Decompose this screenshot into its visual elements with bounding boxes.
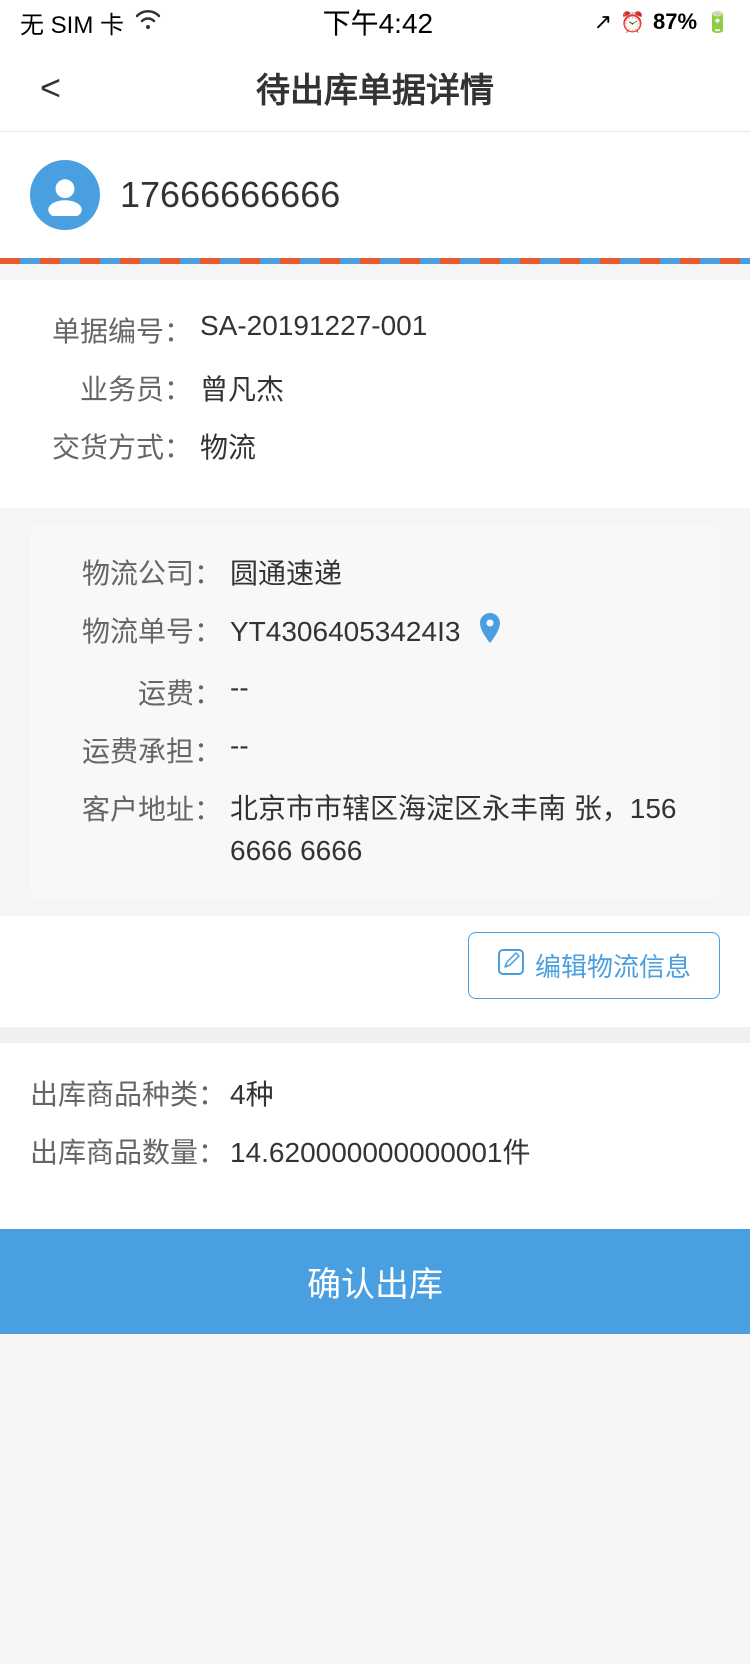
delivery-value: 物流: [200, 426, 720, 466]
goods-quantity-value: 14.620000000000001件: [230, 1131, 531, 1171]
freight-label: 运费：: [60, 672, 230, 712]
goods-quantity-row: 出库商品数量： 14.620000000000001件: [30, 1131, 720, 1171]
customer-section: 17666666666: [0, 132, 750, 258]
avatar: [30, 160, 100, 230]
goods-type-label: 出库商品种类：: [30, 1073, 230, 1113]
logistics-tracking-value: YT43064053424I3: [230, 610, 690, 654]
address-row: 客户地址： 北京市市辖区海淀区永丰南 张，156 6666 6666: [60, 788, 690, 872]
nav-bar: < 待出库单据详情: [0, 44, 750, 132]
freight-value: --: [230, 672, 690, 704]
goods-quantity-label: 出库商品数量：: [30, 1131, 230, 1171]
confirm-outbound-button[interactable]: 确认出库: [307, 1257, 443, 1306]
goods-type-value: 4种: [230, 1073, 274, 1113]
page-title: 待出库单据详情: [256, 63, 494, 112]
battery-text: 87%: [653, 9, 697, 35]
edit-btn-container: 编辑物流信息: [0, 916, 750, 1027]
freight-bearer-row: 运费承担： --: [60, 730, 690, 770]
wifi-icon: [134, 8, 162, 36]
spacer: [0, 1324, 750, 1544]
section-divider: [0, 1027, 750, 1043]
document-number-value: SA-20191227-001: [200, 310, 720, 342]
carrier-text: 无 SIM 卡: [20, 5, 124, 40]
address-label: 客户地址：: [60, 788, 230, 828]
status-bar: 无 SIM 卡 下午4:42 ↗ ⏰ 87% 🔋: [0, 0, 750, 44]
edit-icon: [497, 948, 525, 983]
document-info-section: 单据编号： SA-20191227-001 业务员： 曾凡杰 交货方式： 物流: [0, 280, 750, 508]
battery-icon: 🔋: [705, 10, 730, 35]
salesman-value: 曾凡杰: [200, 368, 720, 408]
time-text: 下午4:42: [323, 2, 434, 42]
document-number-row: 单据编号： SA-20191227-001: [30, 310, 720, 350]
freight-bearer-label: 运费承担：: [60, 730, 230, 770]
salesman-label: 业务员：: [30, 368, 200, 408]
edit-logistics-button[interactable]: 编辑物流信息: [468, 932, 720, 999]
back-button[interactable]: <: [30, 57, 71, 119]
freight-bearer-value: --: [230, 730, 690, 762]
edit-logistics-label: 编辑物流信息: [535, 947, 691, 984]
goods-type-row: 出库商品种类： 4种: [30, 1073, 720, 1113]
logistics-company-label: 物流公司：: [60, 552, 230, 592]
salesman-row: 业务员： 曾凡杰: [30, 368, 720, 408]
alarm-icon: ⏰: [620, 10, 645, 35]
logistics-company-row: 物流公司： 圆通速递: [60, 552, 690, 592]
customer-phone: 17666666666: [120, 174, 340, 216]
tracking-location-icon[interactable]: [472, 610, 508, 654]
document-number-label: 单据编号：: [30, 310, 200, 350]
logistics-card: 物流公司： 圆通速递 物流单号： YT43064053424I3 运费： -- …: [30, 524, 720, 900]
delivery-label: 交货方式：: [30, 426, 200, 466]
location-status-icon: ↗: [594, 9, 612, 35]
freight-row: 运费： --: [60, 672, 690, 712]
address-value: 北京市市辖区海淀区永丰南 张，156 6666 6666: [230, 788, 690, 872]
dashed-divider: [0, 258, 750, 264]
goods-section: 出库商品种类： 4种 出库商品数量： 14.620000000000001件: [0, 1043, 750, 1213]
logistics-tracking-label: 物流单号：: [60, 610, 230, 650]
delivery-row: 交货方式： 物流: [30, 426, 720, 466]
logistics-company-value: 圆通速递: [230, 552, 690, 592]
confirm-btn-container: 确认出库: [0, 1229, 750, 1334]
logistics-tracking-row: 物流单号： YT43064053424I3: [60, 610, 690, 654]
